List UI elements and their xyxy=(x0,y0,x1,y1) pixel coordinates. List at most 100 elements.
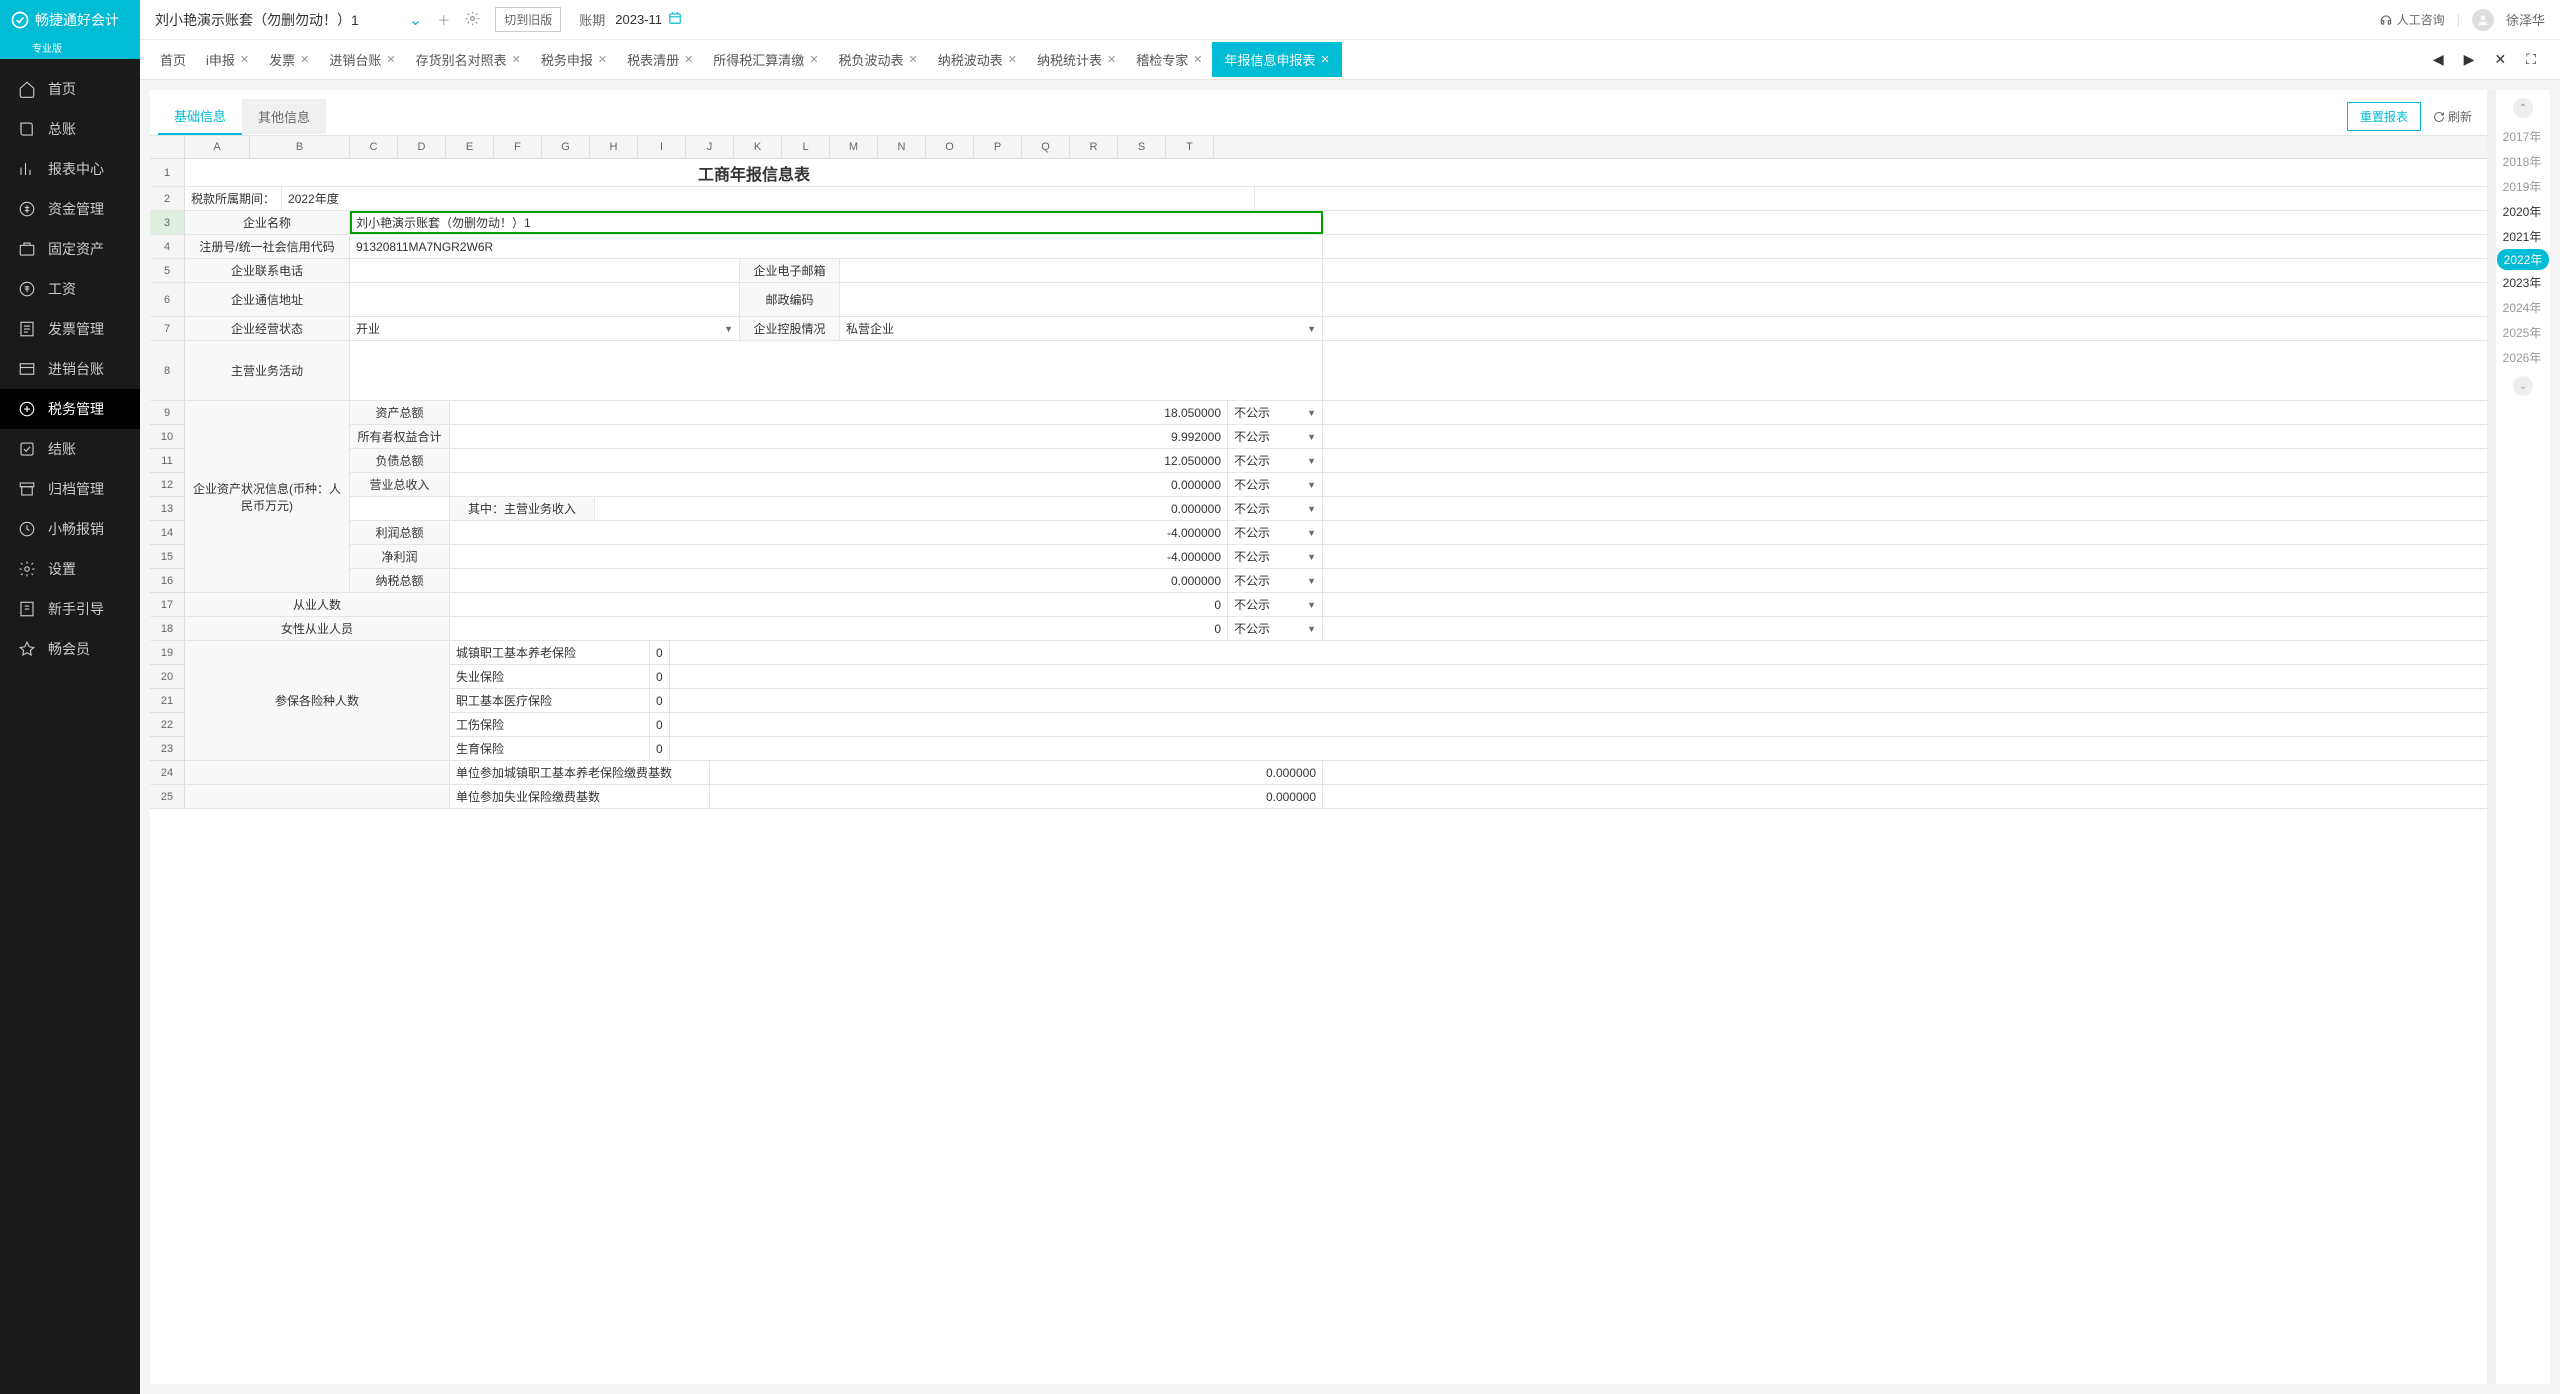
col-header-I[interactable]: I xyxy=(638,136,686,158)
nav-item-invoice[interactable]: 发票管理 xyxy=(0,309,140,349)
year-2020年[interactable]: 2020年 xyxy=(2497,199,2550,224)
tab-prev-icon[interactable]: ◀ xyxy=(2427,49,2450,70)
dropdown[interactable]: 私营企业▼ xyxy=(840,317,1323,340)
field-value[interactable]: 生育保险 xyxy=(450,737,650,760)
field-value[interactable]: 0 xyxy=(650,713,670,736)
col-header-P[interactable]: P xyxy=(974,136,1022,158)
dropdown[interactable]: 不公示▼ xyxy=(1228,569,1323,592)
field-value[interactable]: 2022年度 xyxy=(282,187,1255,210)
dropdown[interactable]: 不公示▼ xyxy=(1228,617,1323,640)
dropdown[interactable]: 不公示▼ xyxy=(1228,497,1323,520)
col-header-K[interactable]: K xyxy=(734,136,782,158)
nav-item-archive[interactable]: 归档管理 xyxy=(0,469,140,509)
dropdown[interactable]: 不公示▼ xyxy=(1228,473,1323,496)
row-header[interactable]: 9 xyxy=(150,401,185,425)
tab-close-icon[interactable]: ✕ xyxy=(684,53,693,66)
gear-icon[interactable] xyxy=(465,11,480,29)
col-header-T[interactable]: T xyxy=(1166,136,1214,158)
field-value[interactable]: 0 xyxy=(650,665,670,688)
row-header[interactable]: 13 xyxy=(150,497,185,521)
col-header-H[interactable]: H xyxy=(590,136,638,158)
period-value[interactable]: 2023-11 xyxy=(615,12,662,27)
dropdown[interactable]: 不公示▼ xyxy=(1228,593,1323,616)
field-value[interactable]: 单位参加城镇职工基本养老保险缴费基数 xyxy=(450,761,710,784)
year-2021年[interactable]: 2021年 xyxy=(2497,224,2550,249)
row-header[interactable]: 20 xyxy=(150,665,185,689)
field-value[interactable]: 0 xyxy=(450,617,1228,640)
refresh-button[interactable]: 刷新 xyxy=(2433,108,2472,125)
col-header-F[interactable]: F xyxy=(494,136,542,158)
col-header-N[interactable]: N xyxy=(878,136,926,158)
row-header[interactable]: 22 xyxy=(150,713,185,737)
tab-年报信息申报表[interactable]: 年报信息申报表✕ xyxy=(1212,42,1341,77)
row-header[interactable]: 5 xyxy=(150,259,185,282)
fullscreen-icon[interactable]: ⛶ xyxy=(2520,49,2542,70)
consult-button[interactable]: 人工咨询 xyxy=(2379,11,2445,28)
year-2024年[interactable]: 2024年 xyxy=(2497,295,2550,320)
old-version-button[interactable]: 切到旧版 xyxy=(495,7,561,32)
field-value[interactable]: -4.000000 xyxy=(450,545,1228,568)
dropdown[interactable]: 开业▼ xyxy=(350,317,740,340)
field-value[interactable]: 0.000000 xyxy=(710,785,1323,808)
year-2018年[interactable]: 2018年 xyxy=(2497,149,2550,174)
field-value[interactable]: 失业保险 xyxy=(450,665,650,688)
tab-close-icon[interactable]: ✕ xyxy=(386,53,395,66)
row-header[interactable]: 4 xyxy=(150,235,185,258)
dropdown[interactable]: 不公示▼ xyxy=(1228,425,1323,448)
tab-close-icon[interactable]: ✕ xyxy=(1320,53,1329,66)
nav-item-salary[interactable]: 工资 xyxy=(0,269,140,309)
nav-item-fund[interactable]: 资金管理 xyxy=(0,189,140,229)
row-header[interactable]: 18 xyxy=(150,617,185,640)
account-selector[interactable]: 刘小艳演示账套（勿删勿动！）1 xyxy=(155,10,359,30)
row-header[interactable]: 1 xyxy=(150,159,185,186)
col-header-O[interactable]: O xyxy=(926,136,974,158)
add-icon[interactable]: ＋ xyxy=(437,10,450,29)
row-header[interactable]: 10 xyxy=(150,425,185,449)
col-header-B[interactable]: B xyxy=(250,136,350,158)
row-header[interactable]: 14 xyxy=(150,521,185,545)
tab-close-icon[interactable]: ✕ xyxy=(512,53,521,66)
col-header-S[interactable]: S xyxy=(1118,136,1166,158)
field-value[interactable]: 18.050000 xyxy=(450,401,1228,424)
tab-close-icon[interactable]: ✕ xyxy=(1193,53,1202,66)
field-value[interactable]: 0.000000 xyxy=(595,497,1228,520)
row-header[interactable]: 23 xyxy=(150,737,185,761)
field-value[interactable]: 0 xyxy=(450,593,1228,616)
field-value[interactable] xyxy=(840,259,1323,282)
row-header[interactable]: 21 xyxy=(150,689,185,713)
col-header-A[interactable]: A xyxy=(185,136,250,158)
nav-item-tax[interactable]: 税务管理 xyxy=(0,389,140,429)
field-value[interactable]: 0 xyxy=(650,737,670,760)
grid-corner[interactable] xyxy=(150,136,185,158)
year-2017年[interactable]: 2017年 xyxy=(2497,124,2550,149)
nav-item-inout[interactable]: 进销台账 xyxy=(0,349,140,389)
row-header[interactable]: 11 xyxy=(150,449,185,473)
chevron-down-icon[interactable]: ⌄ xyxy=(409,10,422,30)
field-value[interactable] xyxy=(840,283,1323,316)
field-value[interactable]: 职工基本医疗保险 xyxy=(450,689,650,712)
field-value[interactable]: 城镇职工基本养老保险 xyxy=(450,641,650,664)
nav-item-report[interactable]: 小畅报销 xyxy=(0,509,140,549)
row-header[interactable]: 12 xyxy=(150,473,185,497)
row-header[interactable]: 3 xyxy=(150,211,185,234)
tab-所得税汇算清缴[interactable]: 所得税汇算清缴✕ xyxy=(703,50,828,69)
tab-close-icon[interactable]: ✕ xyxy=(1008,53,1017,66)
dropdown[interactable]: 不公示▼ xyxy=(1228,521,1323,544)
tab-close-icon[interactable]: ✕ xyxy=(240,53,249,66)
year-up-icon[interactable]: ⌃ xyxy=(2513,98,2533,118)
tab-进销台账[interactable]: 进销台账✕ xyxy=(319,50,405,69)
nav-item-home[interactable]: 首页 xyxy=(0,69,140,109)
dropdown[interactable]: 不公示▼ xyxy=(1228,401,1323,424)
tab-next-icon[interactable]: ▶ xyxy=(2458,49,2481,70)
row-header[interactable]: 19 xyxy=(150,641,185,665)
year-2019年[interactable]: 2019年 xyxy=(2497,174,2550,199)
col-header-E[interactable]: E xyxy=(446,136,494,158)
tab-close-icon[interactable]: ✕ xyxy=(809,53,818,66)
nav-item-vip[interactable]: 畅会员 xyxy=(0,629,140,669)
field-value[interactable]: 91320811MA7NGR2W6R xyxy=(350,235,1323,258)
field-value[interactable]: 0 xyxy=(650,641,670,664)
dropdown[interactable]: 不公示▼ xyxy=(1228,545,1323,568)
reset-button[interactable]: 重置报表 xyxy=(2347,102,2421,131)
tab-close-icon[interactable]: ✕ xyxy=(598,53,607,66)
nav-item-asset[interactable]: 固定资产 xyxy=(0,229,140,269)
